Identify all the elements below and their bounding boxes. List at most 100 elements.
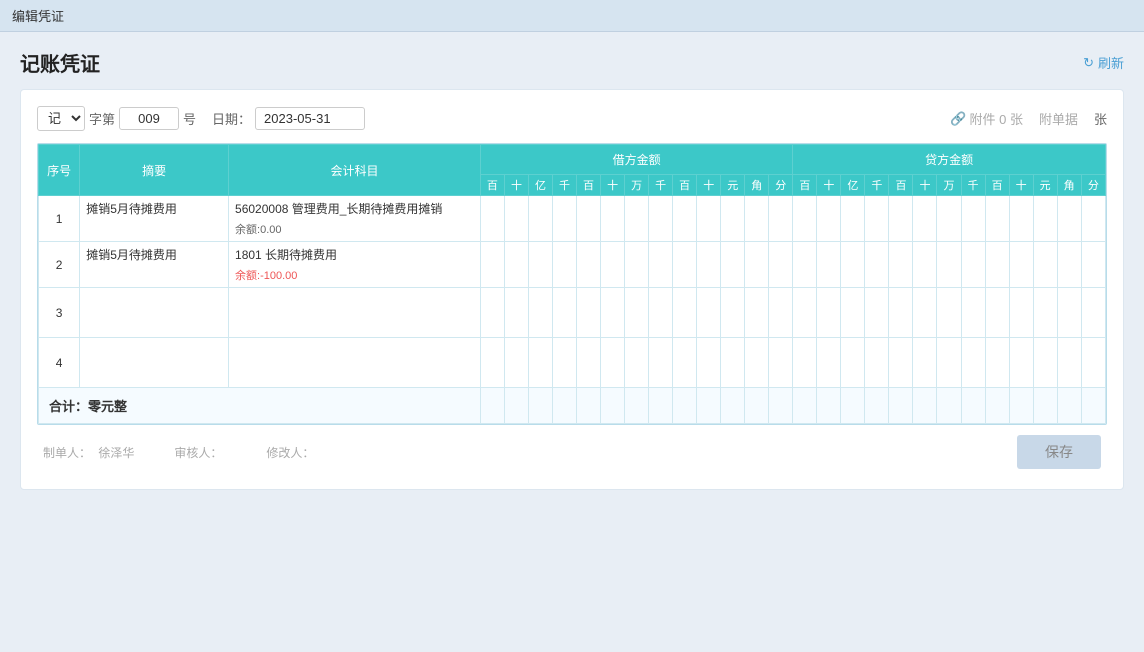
row-0-amt-24[interactable] <box>1057 196 1081 242</box>
row-1-amt-2[interactable] <box>528 242 552 288</box>
row-2-amt-4[interactable] <box>577 288 601 338</box>
row-1-amt-9[interactable] <box>697 242 721 288</box>
row-0-amt-0[interactable] <box>480 196 504 242</box>
row-2-amt-14[interactable] <box>817 288 841 338</box>
date-input[interactable] <box>255 107 365 130</box>
row-2-amt-15[interactable] <box>841 288 865 338</box>
row-1-amt-10[interactable] <box>721 242 745 288</box>
row-3-amt-23[interactable] <box>1033 338 1057 388</box>
row-3-amt-4[interactable] <box>577 338 601 388</box>
row-2-amt-18[interactable] <box>913 288 937 338</box>
row-0-amt-22[interactable] <box>1009 196 1033 242</box>
row-2-amt-6[interactable] <box>625 288 649 338</box>
row-account-0[interactable]: 56020008 管理费用_长期待摊费用摊销余额:0.00 <box>229 196 481 242</box>
row-2-amt-25[interactable] <box>1081 288 1105 338</box>
row-3-amt-3[interactable] <box>552 338 576 388</box>
row-2-amt-3[interactable] <box>552 288 576 338</box>
row-2-amt-19[interactable] <box>937 288 961 338</box>
row-0-amt-19[interactable] <box>937 196 961 242</box>
type-select[interactable]: 记 <box>37 106 85 131</box>
row-0-amt-7[interactable] <box>649 196 673 242</box>
row-0-amt-3[interactable] <box>552 196 576 242</box>
row-0-amt-18[interactable] <box>913 196 937 242</box>
row-1-amt-5[interactable] <box>601 242 625 288</box>
row-3-amt-9[interactable] <box>697 338 721 388</box>
row-1-amt-8[interactable] <box>673 242 697 288</box>
row-3-amt-24[interactable] <box>1057 338 1081 388</box>
row-2-amt-16[interactable] <box>865 288 889 338</box>
row-1-amt-24[interactable] <box>1057 242 1081 288</box>
row-3-amt-7[interactable] <box>649 338 673 388</box>
refresh-button[interactable]: ↻ 刷新 <box>1083 53 1124 72</box>
row-2-amt-2[interactable] <box>528 288 552 338</box>
row-0-amt-21[interactable] <box>985 196 1009 242</box>
row-0-amt-11[interactable] <box>745 196 769 242</box>
save-button[interactable]: 保存 <box>1017 435 1101 469</box>
row-3-amt-12[interactable] <box>769 338 793 388</box>
row-3-amt-19[interactable] <box>937 338 961 388</box>
row-1-amt-7[interactable] <box>649 242 673 288</box>
row-0-amt-20[interactable] <box>961 196 985 242</box>
row-0-amt-8[interactable] <box>673 196 697 242</box>
row-0-amt-25[interactable] <box>1081 196 1105 242</box>
row-0-amt-4[interactable] <box>577 196 601 242</box>
row-summary-3[interactable] <box>80 338 229 388</box>
row-1-amt-19[interactable] <box>937 242 961 288</box>
row-account-2[interactable] <box>229 288 481 338</box>
row-3-amt-15[interactable] <box>841 338 865 388</box>
row-2-amt-20[interactable] <box>961 288 985 338</box>
voucher-number-input[interactable] <box>119 107 179 130</box>
row-1-amt-22[interactable] <box>1009 242 1033 288</box>
row-1-amt-17[interactable] <box>889 242 913 288</box>
row-1-amt-20[interactable] <box>961 242 985 288</box>
row-0-amt-17[interactable] <box>889 196 913 242</box>
row-3-amt-18[interactable] <box>913 338 937 388</box>
row-2-amt-23[interactable] <box>1033 288 1057 338</box>
row-3-amt-21[interactable] <box>985 338 1009 388</box>
row-1-amt-23[interactable] <box>1033 242 1057 288</box>
row-2-amt-5[interactable] <box>601 288 625 338</box>
row-0-amt-2[interactable] <box>528 196 552 242</box>
row-3-amt-11[interactable] <box>745 338 769 388</box>
row-2-amt-1[interactable] <box>504 288 528 338</box>
row-1-amt-15[interactable] <box>841 242 865 288</box>
row-2-amt-8[interactable] <box>673 288 697 338</box>
row-1-amt-0[interactable] <box>480 242 504 288</box>
row-2-amt-24[interactable] <box>1057 288 1081 338</box>
row-3-amt-1[interactable] <box>504 338 528 388</box>
row-0-amt-10[interactable] <box>721 196 745 242</box>
row-3-amt-5[interactable] <box>601 338 625 388</box>
row-2-amt-0[interactable] <box>480 288 504 338</box>
row-2-amt-17[interactable] <box>889 288 913 338</box>
row-2-amt-7[interactable] <box>649 288 673 338</box>
row-1-amt-6[interactable] <box>625 242 649 288</box>
row-3-amt-10[interactable] <box>721 338 745 388</box>
row-0-amt-9[interactable] <box>697 196 721 242</box>
row-3-amt-17[interactable] <box>889 338 913 388</box>
row-1-amt-3[interactable] <box>552 242 576 288</box>
row-1-amt-18[interactable] <box>913 242 937 288</box>
row-0-amt-23[interactable] <box>1033 196 1057 242</box>
row-0-amt-1[interactable] <box>504 196 528 242</box>
row-account-3[interactable] <box>229 338 481 388</box>
row-2-amt-11[interactable] <box>745 288 769 338</box>
row-3-amt-8[interactable] <box>673 338 697 388</box>
row-2-amt-12[interactable] <box>769 288 793 338</box>
row-0-amt-15[interactable] <box>841 196 865 242</box>
row-0-amt-13[interactable] <box>793 196 817 242</box>
row-3-amt-25[interactable] <box>1081 338 1105 388</box>
row-3-amt-20[interactable] <box>961 338 985 388</box>
row-account-1[interactable]: 1801 长期待摊费用余额:-100.00 <box>229 242 481 288</box>
row-2-amt-22[interactable] <box>1009 288 1033 338</box>
row-1-amt-11[interactable] <box>745 242 769 288</box>
row-3-amt-14[interactable] <box>817 338 841 388</box>
row-3-amt-13[interactable] <box>793 338 817 388</box>
row-1-amt-13[interactable] <box>793 242 817 288</box>
row-1-amt-16[interactable] <box>865 242 889 288</box>
row-1-amt-25[interactable] <box>1081 242 1105 288</box>
row-summary-1[interactable]: 摊销5月待摊费用 <box>80 242 229 288</box>
row-0-amt-12[interactable] <box>769 196 793 242</box>
row-0-amt-14[interactable] <box>817 196 841 242</box>
row-2-amt-9[interactable] <box>697 288 721 338</box>
row-1-amt-21[interactable] <box>985 242 1009 288</box>
